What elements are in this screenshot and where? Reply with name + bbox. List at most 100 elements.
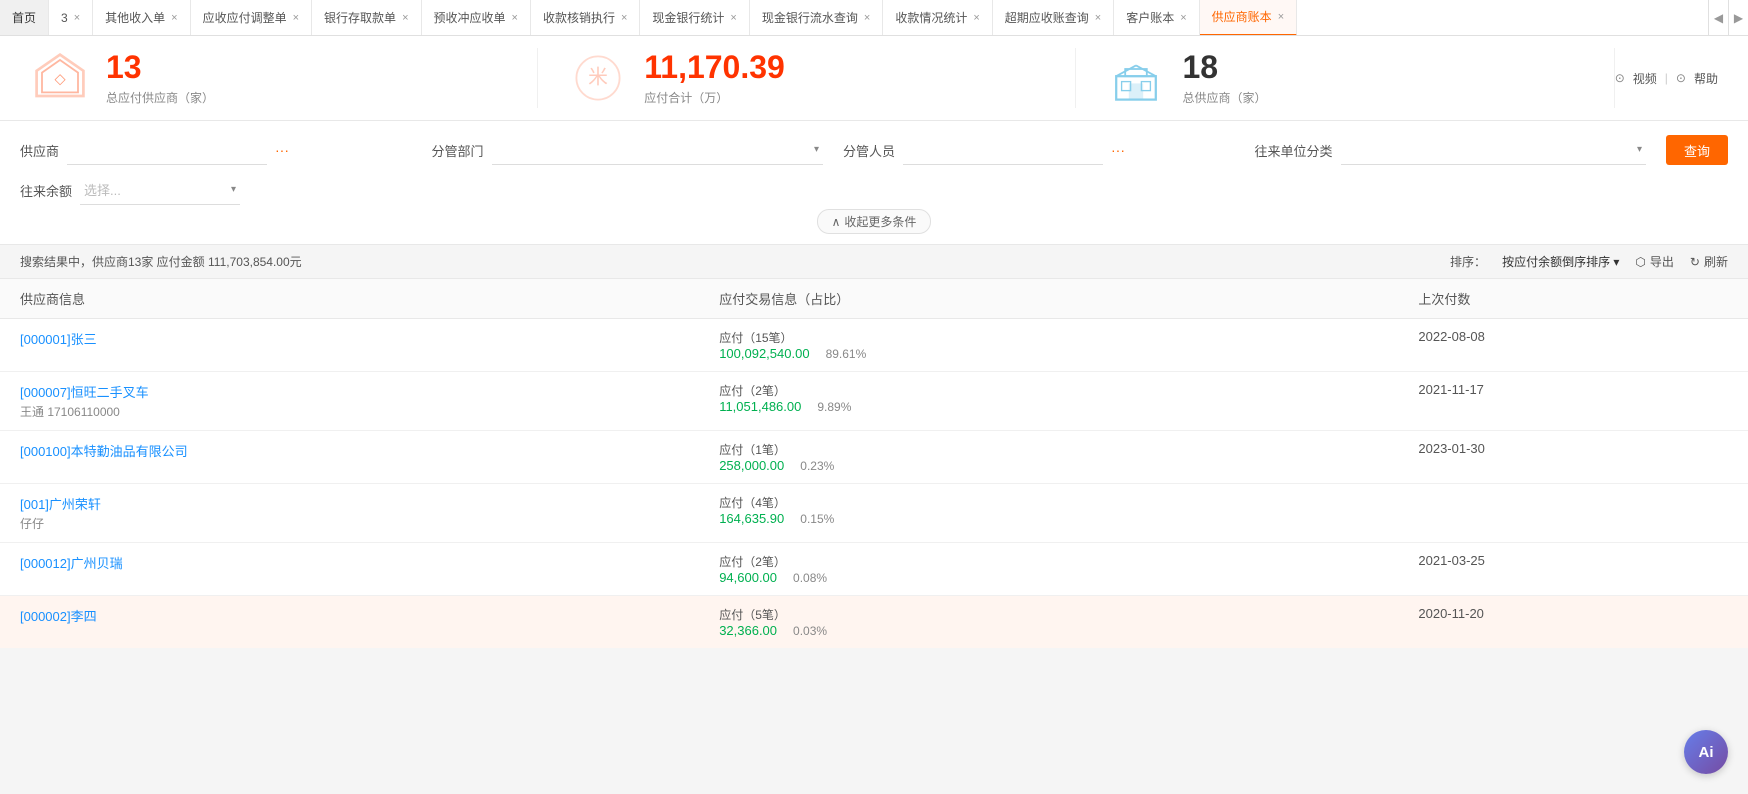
tx-amount-link[interactable]: 94,600.00	[719, 570, 777, 585]
supplier-link[interactable]: [000012]广州贝瑞	[20, 556, 123, 571]
nav-tab-prepay-ar[interactable]: 预收冲应收单 ×	[422, 0, 531, 36]
nav-tab-other-income[interactable]: 其他收入单 ×	[93, 0, 190, 36]
nav-tab-cash-bank-flow[interactable]: 现金银行流水查询 ×	[750, 0, 883, 36]
prepay-ar-close[interactable]: ×	[512, 12, 518, 24]
tx-amount-link[interactable]: 258,000.00	[719, 458, 784, 473]
filter-supplier: 供应商 ···	[20, 135, 412, 165]
nav-tab-3[interactable]: 3 ×	[49, 0, 93, 36]
stat-payable-amount-label: 应付合计（万）	[644, 89, 785, 106]
data-table-container: 供应商信息 应付交易信息（占比） 上次付数 [000001]张三 应付（15笔）…	[0, 279, 1748, 648]
supplier-cell: [000007]恒旺二手叉车王通 17106110000	[0, 372, 699, 431]
nav-prev-arrow[interactable]: ◀	[1708, 0, 1728, 36]
filter-balance: 往来余额 选择... ▾	[20, 175, 320, 205]
table-row: [000001]张三 应付（15笔） 100,092,540.00 89.61%…	[0, 319, 1748, 372]
cash-bank-flow-close[interactable]: ×	[864, 12, 870, 24]
overdue-ar-close[interactable]: ×	[1095, 12, 1101, 24]
supplier-link[interactable]: [000100]本特勤油品有限公司	[20, 444, 188, 459]
nav-tab-customer-ledger[interactable]: 客户账本 ×	[1114, 0, 1199, 36]
collection-verify-close[interactable]: ×	[621, 12, 627, 24]
table-row: [000002]李四 应付（5笔） 32,366.00 0.03% 2020-1…	[0, 596, 1748, 649]
tx-amount-link[interactable]: 11,051,486.00	[719, 399, 801, 414]
supplier-dots-btn[interactable]: ···	[275, 142, 289, 158]
person-dots-btn[interactable]: ···	[1111, 142, 1125, 158]
department-select[interactable]: ▾	[492, 135, 823, 165]
top-navigation: 首页 3 × 其他收入单 × 应收应付调整单 × 银行存取款单 × 预收冲应收单…	[0, 0, 1748, 36]
tx-amount-link[interactable]: 100,092,540.00	[719, 346, 809, 361]
refresh-button[interactable]: ↻ 刷新	[1690, 253, 1728, 270]
last-payment-cell	[1398, 484, 1748, 543]
supplier-link[interactable]: [000007]恒旺二手叉车	[20, 385, 149, 400]
tx-label: 应付（1笔）	[719, 441, 1378, 458]
supplier-ledger-close[interactable]: ×	[1278, 11, 1284, 23]
category-select[interactable]: ▾	[1341, 135, 1646, 165]
tx-percentage: 0.08%	[793, 571, 827, 585]
other-income-label: 其他收入单	[105, 9, 165, 26]
person-input[interactable]	[903, 135, 1103, 165]
video-link[interactable]: 视频	[1633, 70, 1657, 87]
tx-percentage: 0.15%	[800, 512, 834, 526]
tx-label: 应付（2笔）	[719, 382, 1378, 399]
tx-label: 应付（4笔）	[719, 494, 1378, 511]
cash-bank-stat-close[interactable]: ×	[730, 12, 736, 24]
stat-total-suppliers: 18 总供应商（家）	[1076, 48, 1614, 108]
supplier-link[interactable]: [001]广州荣轩	[20, 497, 101, 512]
home-label: 首页	[12, 9, 36, 26]
bank-deposit-label: 银行存取款单	[324, 9, 396, 26]
filter-row-1: 供应商 ··· 分管部门 ▾ 分管人员 ··· 往来单位分类 ▾ 查询	[20, 135, 1728, 165]
department-chevron-icon: ▾	[814, 144, 819, 155]
filter-row-2: 往来余额 选择... ▾	[20, 175, 1728, 205]
supplier-link[interactable]: [000002]李四	[20, 609, 97, 624]
ai-button[interactable]: Ai	[1684, 730, 1728, 774]
result-bar-right: 排序： 按应付余额倒序排序 ▾ ⬡ 导出 ↻ 刷新	[1450, 253, 1728, 270]
collection-stat-label: 收款情况统计	[895, 9, 967, 26]
stat-payable-suppliers-number: 13	[106, 50, 214, 85]
prepay-ar-label: 预收冲应收单	[434, 9, 506, 26]
balance-select[interactable]: 选择... ▾	[80, 175, 240, 205]
nav-tab-bank-deposit[interactable]: 银行存取款单 ×	[312, 0, 421, 36]
last-payment-cell: 2023-01-30	[1398, 431, 1748, 484]
other-income-close[interactable]: ×	[171, 12, 177, 24]
nav-tab-collection-stat[interactable]: 收款情况统计 ×	[883, 0, 992, 36]
table-row: [000007]恒旺二手叉车王通 17106110000 应付（2笔） 11,0…	[0, 372, 1748, 431]
nav-tab-cash-bank-stat[interactable]: 现金银行统计 ×	[640, 0, 749, 36]
supplier-link[interactable]: [000001]张三	[20, 332, 97, 347]
circle-icon-2: ⊙	[1676, 71, 1686, 85]
help-link[interactable]: 帮助	[1694, 70, 1718, 87]
ar-adjust-close[interactable]: ×	[293, 12, 299, 24]
nav-tab-supplier-ledger[interactable]: 供应商账本 ×	[1200, 0, 1297, 36]
stat-payable-suppliers-content: 13 总应付供应商（家）	[106, 50, 214, 106]
nav-next-arrow[interactable]: ▶	[1728, 0, 1748, 36]
refresh-label: 刷新	[1704, 253, 1728, 270]
supplier-input[interactable]	[67, 135, 267, 165]
tx-percentage: 0.23%	[800, 459, 834, 473]
customer-ledger-close[interactable]: ×	[1180, 12, 1186, 24]
tab-3-close[interactable]: ×	[74, 12, 80, 24]
export-button[interactable]: ⬡ 导出	[1635, 253, 1674, 270]
main-content-scroll[interactable]: 供应商信息 应付交易信息（占比） 上次付数 [000001]张三 应付（15笔）…	[0, 279, 1748, 648]
stat-total-suppliers-icon	[1106, 48, 1166, 108]
nav-tab-ar-adjust[interactable]: 应收应付调整单 ×	[191, 0, 312, 36]
collapse-button[interactable]: ∧ 收起更多条件	[817, 209, 932, 234]
sort-value[interactable]: 按应付余额倒序排序 ▾	[1502, 253, 1619, 270]
tx-amount-row: 100,092,540.00 89.61%	[719, 346, 1378, 361]
query-button[interactable]: 查询	[1666, 135, 1728, 165]
stat-total-suppliers-number: 18	[1182, 50, 1266, 85]
cash-bank-flow-label: 现金银行流水查询	[762, 9, 858, 26]
last-payment-cell: 2022-08-08	[1398, 319, 1748, 372]
balance-chevron-icon: ▾	[231, 184, 236, 195]
result-summary: 搜索结果中，供应商13家 应付金额 111,703,854.00元	[20, 253, 302, 270]
nav-tab-collection-verify[interactable]: 收款核销执行 ×	[531, 0, 640, 36]
stat-total-suppliers-content: 18 总供应商（家）	[1182, 50, 1266, 106]
bank-deposit-close[interactable]: ×	[402, 12, 408, 24]
tx-amount-link[interactable]: 164,635.90	[719, 511, 784, 526]
nav-tab-overdue-ar[interactable]: 超期应收账查询 ×	[993, 0, 1114, 36]
top-right-links: ⊙ 视频 | ⊙ 帮助	[1615, 70, 1728, 87]
supplier-ledger-label: 供应商账本	[1212, 8, 1272, 25]
tx-amount-row: 258,000.00 0.23%	[719, 458, 1378, 473]
export-label: 导出	[1650, 253, 1674, 270]
supplier-cell: [000012]广州贝瑞	[0, 543, 699, 596]
tx-amount-link[interactable]: 32,366.00	[719, 623, 777, 638]
tx-percentage: 0.03%	[793, 624, 827, 638]
nav-tab-home[interactable]: 首页	[0, 0, 49, 36]
collection-stat-close[interactable]: ×	[973, 12, 979, 24]
